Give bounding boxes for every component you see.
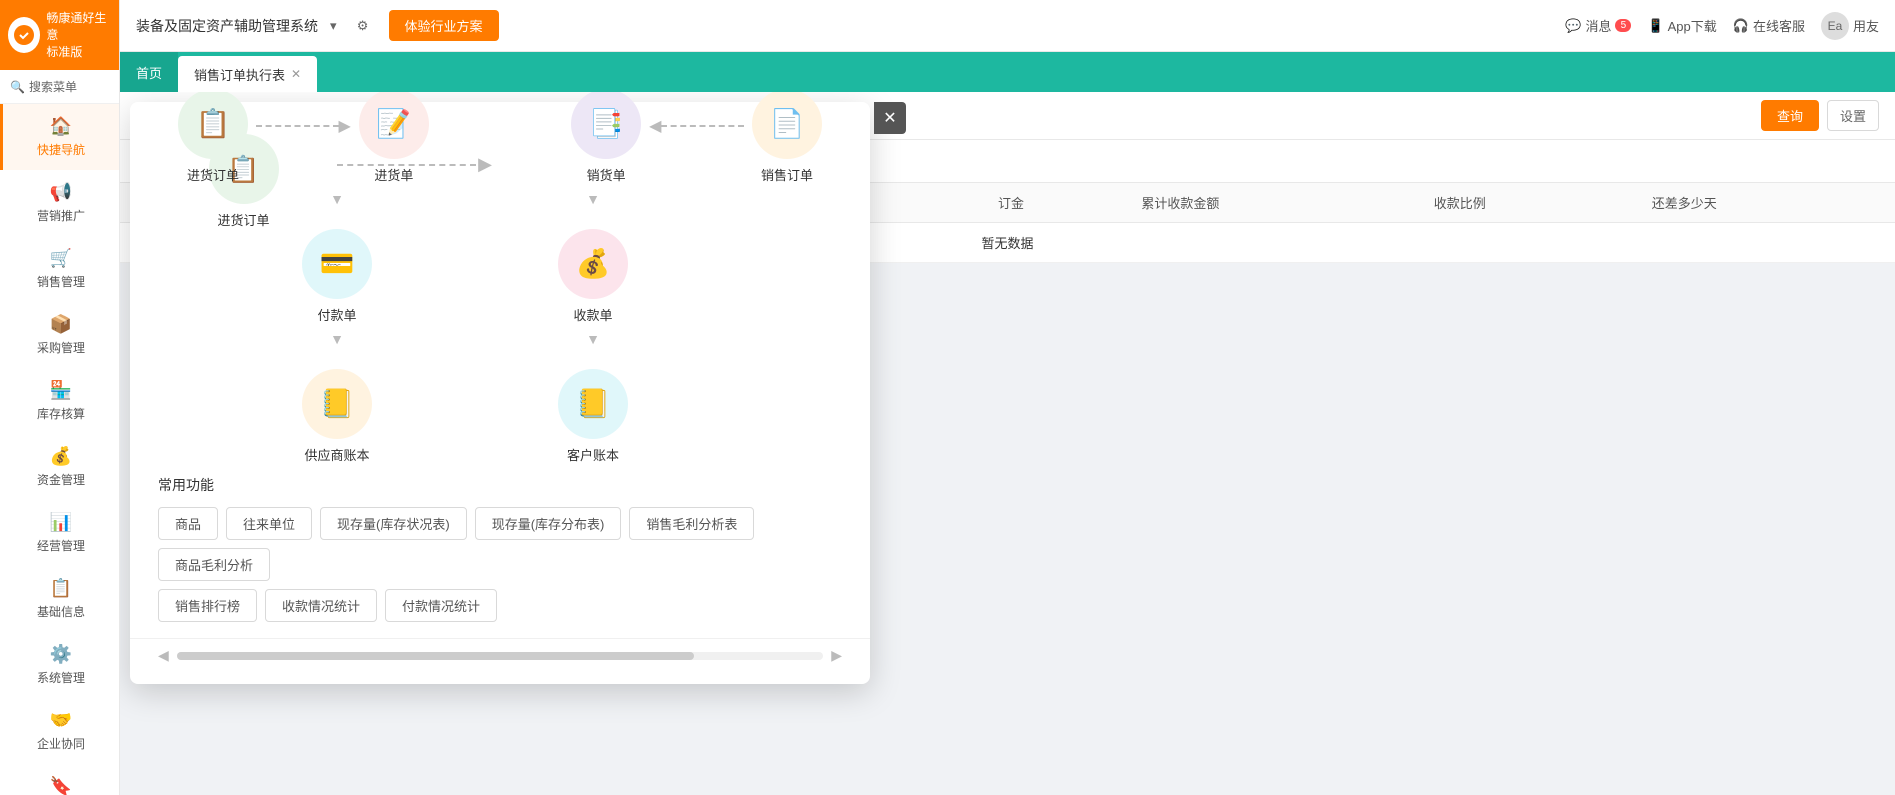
- header: 装备及固定资产辅助管理系统 ▾ ⚙ 体验行业方案 💬 消息 5 📱 App下载 …: [120, 0, 1895, 52]
- node-sale-bill-v2: 📑 销货单: [571, 92, 641, 184]
- tab-home[interactable]: 首页: [120, 52, 178, 92]
- scroll-track[interactable]: [177, 652, 823, 660]
- arrow-down-2: ▼: [558, 191, 628, 207]
- sidebar-item-system[interactable]: ⚙️ 系统管理: [0, 632, 119, 698]
- enterprise-icon: 🤝: [50, 710, 72, 731]
- sidebar-item-guide[interactable]: 🔖 新手引导: [0, 764, 119, 795]
- node-purchase-order-v2: 📋 进货订单: [178, 92, 248, 184]
- trial-button[interactable]: 体验行业方案: [389, 10, 499, 41]
- basic-info-icon: 📋: [50, 578, 72, 599]
- arrow-down-1: ▼: [302, 191, 372, 207]
- arrow-right-1: ▶: [248, 116, 359, 136]
- sidebar-item-marketing[interactable]: 📢 营销推广: [0, 170, 119, 236]
- user-menu[interactable]: Ea 用友: [1821, 12, 1879, 40]
- flow-bottom-row: 📒 供应商账本 📒 客户账本: [158, 361, 842, 471]
- func-btn-stock-status[interactable]: 现存量(库存状况表): [320, 507, 467, 540]
- search-icon: 🔍: [10, 80, 25, 94]
- header-left: 装备及固定资产辅助管理系统 ▾ ⚙ 体验行业方案: [136, 10, 499, 41]
- logo: 畅康通好生意 标准版: [0, 0, 119, 70]
- func-btn-sales-ranking[interactable]: 销售排行榜: [158, 589, 257, 622]
- sidebar-item-quick-nav[interactable]: 🏠 快捷导航: [0, 104, 119, 170]
- arrow-left-1: ◀: [641, 116, 752, 136]
- func-buttons: 商品 往来单位 现存量(库存状况表) 现存量(库存分布表) 销售毛利分析表 商品…: [158, 507, 842, 581]
- logo-text: 畅康通好生意 标准版: [46, 10, 111, 60]
- finance-icon: 💰: [50, 446, 72, 467]
- app-download-button[interactable]: 📱 App下载: [1647, 16, 1716, 35]
- tab-close-icon[interactable]: ✕: [291, 67, 301, 81]
- sidebar-item-finance[interactable]: 💰 资金管理: [0, 434, 119, 500]
- sidebar-item-basic-info[interactable]: 📋 基础信息: [0, 566, 119, 632]
- sales-icon: 🛒: [50, 248, 72, 269]
- node-supplier-account-v2: 📒 供应商账本: [302, 369, 372, 464]
- inventory-icon: 🏪: [50, 380, 72, 401]
- func-btn-sales-profit[interactable]: 销售毛利分析表: [629, 507, 754, 540]
- func-buttons-row2: 销售排行榜 收款情况统计 付款情况统计: [158, 589, 842, 622]
- func-btn-payment-stats[interactable]: 付款情况统计: [385, 589, 497, 622]
- scroll-thumb[interactable]: [177, 652, 694, 660]
- chevron-down-icon: ▾: [330, 18, 337, 34]
- service-icon: 🎧: [1733, 18, 1749, 34]
- message-icon: 💬: [1565, 18, 1581, 34]
- logo-icon: [8, 17, 40, 53]
- flow-arrows-row2: ▼ ▼: [158, 331, 842, 361]
- marketing-icon: 📢: [50, 182, 72, 203]
- func-btn-partner[interactable]: 往来单位: [226, 507, 312, 540]
- flow-mid-row: 💳 付款单 💰 收款单: [158, 221, 842, 331]
- func-btn-product[interactable]: 商品: [158, 507, 218, 540]
- flow-layout: 📋 进货订单 ▶ 📝 进货单: [158, 92, 842, 471]
- flow-top-row: 📋 进货订单 ▶ 📝 进货单: [158, 92, 842, 191]
- func-btn-product-profit[interactable]: 商品毛利分析: [158, 548, 270, 581]
- node-payment-v2: 💳 付款单: [302, 229, 372, 324]
- modal-scrollbar: ◀ ▶: [130, 638, 870, 664]
- sidebar-search[interactable]: 🔍 搜索菜单: [0, 70, 119, 104]
- scroll-right-button[interactable]: ▶: [831, 647, 842, 664]
- settings-icon[interactable]: ⚙: [349, 12, 377, 40]
- sidebar-item-purchase[interactable]: 📦 采购管理: [0, 302, 119, 368]
- sidebar-nav: 🏠 快捷导航 📢 营销推广 🛒 销售管理 📦 采购管理 🏪 库存核算 💰 资金管…: [0, 104, 119, 795]
- operations-icon: 📊: [50, 512, 72, 533]
- dropdown-arrow[interactable]: ▾: [330, 18, 337, 34]
- home-icon: 🏠: [50, 116, 72, 137]
- node-sale-order-v2: 📄 销售订单: [752, 92, 822, 184]
- system-title: 装备及固定资产辅助管理系统: [136, 16, 318, 36]
- purchase-order-label: 进货订单: [217, 210, 269, 229]
- download-icon: 📱: [1647, 18, 1663, 34]
- arrow-down-4: ▼: [558, 331, 628, 347]
- sidebar-item-sales[interactable]: 🛒 销售管理: [0, 236, 119, 302]
- tab-sales-order-exec[interactable]: 销售订单执行表 ✕: [178, 56, 317, 92]
- node-receipt-v2: 💰 收款单: [558, 229, 628, 324]
- header-right: 💬 消息 5 📱 App下载 🎧 在线客服 Ea 用友: [1565, 12, 1879, 40]
- system-icon: ⚙️: [50, 644, 72, 665]
- message-button[interactable]: 💬 消息 5: [1565, 16, 1631, 35]
- node-customer-account-v2: 📒 客户账本: [558, 369, 628, 464]
- message-badge: 5: [1615, 19, 1631, 32]
- guide-icon: 🔖: [50, 776, 72, 795]
- sidebar-item-inventory[interactable]: 🏪 库存核算: [0, 368, 119, 434]
- common-functions: 常用功能 商品 往来单位 现存量(库存状况表) 现存量(库存分布表) 销售毛利分…: [158, 475, 842, 622]
- sidebar: 畅康通好生意 标准版 🔍 搜索菜单 🏠 快捷导航 📢 营销推广 🛒 销售管理 📦…: [0, 0, 120, 795]
- avatar: Ea: [1821, 12, 1849, 40]
- online-service-button[interactable]: 🎧 在线客服: [1733, 16, 1805, 35]
- arrow-down-3: ▼: [302, 331, 372, 347]
- main-content: ❓ 帮助 🖨 按模板打印 ▾ 📤 导出 ▾ 🔄 刷新 查询 设置: [120, 92, 1895, 795]
- modal-overlay: ✕ 📋 进货订单 ▶: [120, 92, 1895, 795]
- sidebar-item-operations[interactable]: 📊 经营管理: [0, 500, 119, 566]
- node-purchase-bill-v2: 📝 进货单: [359, 92, 429, 184]
- func-btn-stock-dist[interactable]: 现存量(库存分布表): [475, 507, 622, 540]
- modal-close-button[interactable]: ✕: [874, 102, 906, 134]
- func-btn-receipt-stats[interactable]: 收款情况统计: [265, 589, 377, 622]
- sidebar-item-enterprise[interactable]: 🤝 企业协同: [0, 698, 119, 764]
- scroll-left-button[interactable]: ◀: [158, 647, 169, 664]
- common-title: 常用功能: [158, 475, 842, 495]
- tabbar: 首页 销售订单执行表 ✕: [120, 52, 1895, 92]
- quick-nav-modal: ✕ 📋 进货订单 ▶: [130, 102, 870, 684]
- purchase-icon: 📦: [50, 314, 72, 335]
